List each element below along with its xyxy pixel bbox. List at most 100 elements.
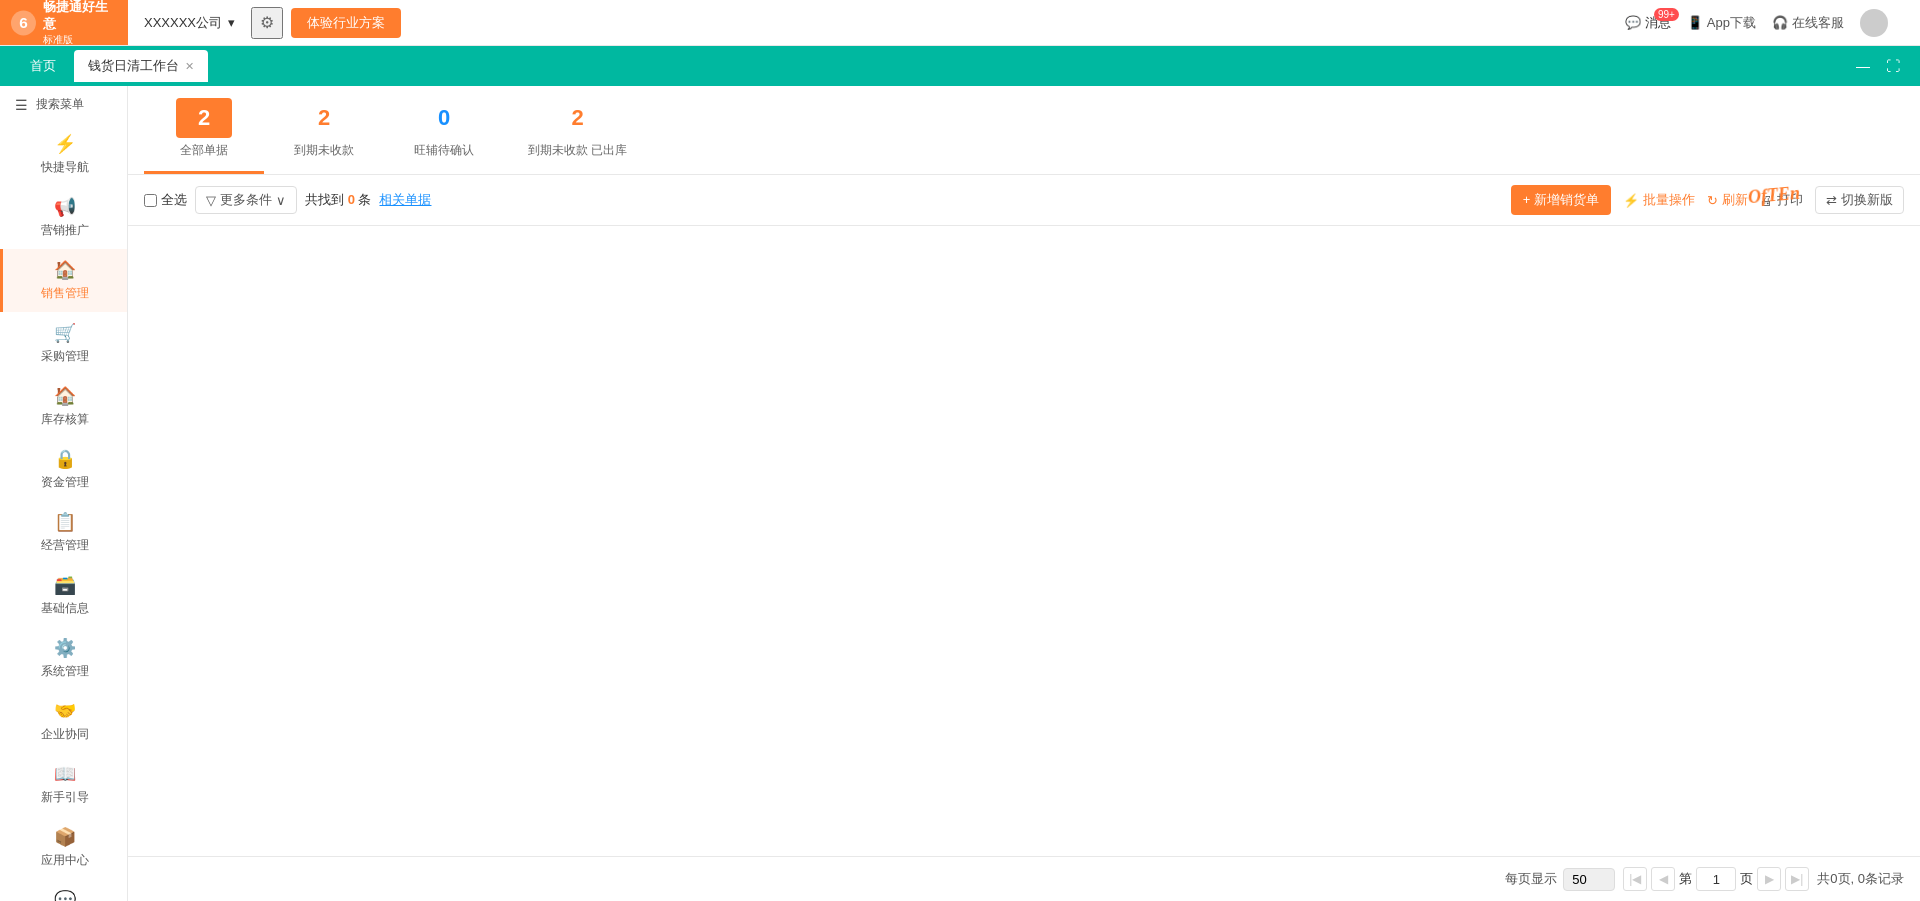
- out-of-stock-count: 2: [572, 105, 584, 131]
- filter-icon: ▽: [206, 193, 216, 208]
- top-header: 6 畅捷通好生意 标准版 XXXXXX公司 ▾ ⚙ 体验行业方案 💬 消息 99…: [0, 0, 1920, 46]
- sidebar-item-marketing[interactable]: 📢 营销推广: [0, 186, 127, 249]
- page-unit: 页: [1740, 870, 1753, 888]
- pending-label: 旺辅待确认: [414, 142, 474, 159]
- checkbox-input[interactable]: [144, 194, 157, 207]
- pending-count: 0: [438, 105, 450, 131]
- related-link[interactable]: 相关单据: [379, 191, 431, 209]
- company-selector[interactable]: XXXXXX公司 ▾: [136, 10, 243, 36]
- all-count-wrapper: 2: [176, 98, 232, 138]
- inventory-icon: 🏠: [54, 385, 76, 407]
- sidebar-finance-label: 资金管理: [41, 474, 89, 491]
- switch-version-button[interactable]: ⇄ 切换新版: [1815, 186, 1904, 214]
- all-count: 2: [198, 105, 210, 131]
- logo-text: 畅捷通好生意 标准版: [43, 0, 118, 46]
- close-tab-icon[interactable]: ✕: [185, 60, 194, 73]
- support-icon: 🎧: [1772, 15, 1788, 30]
- out-of-stock-count-wrapper: 2: [550, 98, 606, 138]
- search-icon: ☰: [15, 97, 28, 113]
- sidebar-search-label: 搜索菜单: [36, 96, 84, 113]
- toolbar-right: + 新增销货单 ⚡ 批量操作 ↻ 刷新 🖨 打印 ⇄ 切换新版: [1511, 185, 1904, 215]
- select-all-label: 全选: [161, 191, 187, 209]
- stat-tab-all[interactable]: 2 全部单据: [144, 86, 264, 174]
- tab-workbench[interactable]: 钱货日清工作台 ✕: [74, 50, 208, 82]
- trial-button[interactable]: 体验行业方案: [291, 8, 401, 38]
- home-label: 首页: [30, 57, 56, 75]
- sidebar-item-finance[interactable]: 🔒 资金管理: [0, 438, 127, 501]
- tab-home[interactable]: 首页: [16, 50, 70, 82]
- batch-icon: ⚡: [1623, 193, 1639, 208]
- overdue-label: 到期未收款: [294, 142, 354, 159]
- batch-operation-button[interactable]: ⚡ 批量操作: [1623, 191, 1695, 209]
- found-text: 共找到 0 条: [305, 191, 371, 209]
- sidebar-basic-info-label: 基础信息: [41, 600, 89, 617]
- sales-icon: 🏠: [54, 259, 76, 281]
- main-layout: ☰ 搜索菜单 ⚡ 快捷导航 📢 营销推广 🏠 销售管理 🛒 采购管理 🏠 库存核…: [0, 86, 1920, 901]
- page-input[interactable]: [1696, 867, 1736, 891]
- stat-tab-pending[interactable]: 0 旺辅待确认: [384, 86, 504, 174]
- stat-tab-overdue[interactable]: 2 到期未收款: [264, 86, 384, 174]
- last-page-button[interactable]: ▶|: [1785, 867, 1809, 891]
- sidebar-marketing-label: 营销推广: [41, 222, 89, 239]
- marketing-icon: 📢: [54, 196, 76, 218]
- all-label: 全部单据: [180, 142, 228, 159]
- online-support-button[interactable]: 🎧 在线客服: [1772, 14, 1844, 32]
- sidebar-item-apps[interactable]: 📦 应用中心: [0, 816, 127, 879]
- toolbar: 全选 ▽ 更多条件 ∨ 共找到 0 条 相关单据 + 新增销货单 ⚡ 批量操作: [128, 175, 1920, 226]
- sidebar-item-basic-info[interactable]: 🗃️ 基础信息: [0, 564, 127, 627]
- company-name: XXXXXX公司: [144, 14, 222, 32]
- pagination-bar: 每页显示 50 100 200 |◀ ◀ 第 页 ▶ ▶| 共0页, 0条记: [128, 856, 1920, 901]
- sidebar-item-system[interactable]: ⚙️ 系统管理: [0, 627, 127, 690]
- first-page-button[interactable]: |◀: [1623, 867, 1647, 891]
- sidebar-operations-label: 经营管理: [41, 537, 89, 554]
- next-page-button[interactable]: ▶: [1757, 867, 1781, 891]
- filter-button[interactable]: ▽ 更多条件 ∨: [195, 186, 297, 214]
- prev-page-button[interactable]: ◀: [1651, 867, 1675, 891]
- avatar[interactable]: [1860, 9, 1888, 37]
- refresh-icon: ↻: [1707, 193, 1718, 208]
- refresh-button[interactable]: ↻ 刷新: [1707, 191, 1748, 209]
- page-info: 共0页, 0条记录: [1817, 870, 1904, 888]
- stat-tab-out-of-stock[interactable]: 2 到期未收款 已出库: [504, 86, 651, 174]
- sidebar-item-inventory[interactable]: 🏠 库存核算: [0, 375, 127, 438]
- logo-icon: 6: [10, 9, 37, 37]
- maximize-icon[interactable]: ⛶: [1882, 54, 1904, 78]
- sidebar-item-enterprise[interactable]: 🤝 企业协同: [0, 690, 127, 753]
- add-sales-order-button[interactable]: + 新增销货单: [1511, 185, 1611, 215]
- found-count: 0: [348, 192, 355, 207]
- page-nav: |◀ ◀ 第 页 ▶ ▶|: [1623, 867, 1809, 891]
- message-button[interactable]: 💬 消息 99+: [1625, 14, 1671, 32]
- lightning-icon: ⚡: [54, 133, 76, 155]
- out-of-stock-label: 到期未收款 已出库: [528, 142, 627, 159]
- sidebar-item-search-menu[interactable]: ☰ 搜索菜单: [0, 86, 127, 123]
- select-all-checkbox[interactable]: 全选: [144, 191, 187, 209]
- sidebar-item-sales[interactable]: 🏠 销售管理: [0, 249, 127, 312]
- chevron-down-icon: ▾: [228, 15, 235, 30]
- settings-button[interactable]: ⚙: [251, 7, 283, 39]
- finance-icon: 🔒: [54, 448, 76, 470]
- operations-icon: 📋: [54, 511, 76, 533]
- sidebar-system-label: 系统管理: [41, 663, 89, 680]
- sidebar-item-operations[interactable]: 📋 经营管理: [0, 501, 127, 564]
- filter-label: 更多条件: [220, 191, 272, 209]
- sidebar-guide-label: 新手引导: [41, 789, 89, 806]
- sidebar-sales-label: 销售管理: [41, 285, 89, 302]
- per-page-label: 每页显示: [1505, 870, 1557, 888]
- sidebar-item-quick-nav[interactable]: ⚡ 快捷导航: [0, 123, 127, 186]
- message-badge: 99+: [1654, 8, 1679, 21]
- sidebar-item-purchase[interactable]: 🛒 采购管理: [0, 312, 127, 375]
- per-page: 每页显示 50 100 200: [1505, 868, 1615, 891]
- app-download-button[interactable]: 📱 App下载: [1687, 14, 1756, 32]
- per-page-wrapper: 50 100 200: [1563, 868, 1615, 891]
- sidebar-item-wechat[interactable]: 💬 企业微信: [0, 879, 127, 901]
- tab-actions: — ⛶: [1852, 54, 1904, 78]
- logo-area: 6 畅捷通好生意 标准版: [0, 0, 128, 45]
- per-page-select[interactable]: 50 100 200: [1563, 868, 1615, 891]
- header-right: 💬 消息 99+ 📱 App下载 🎧 在线客服: [1625, 9, 1904, 37]
- minimize-icon[interactable]: —: [1852, 54, 1874, 78]
- sidebar-purchase-label: 采购管理: [41, 348, 89, 365]
- switch-icon: ⇄: [1826, 193, 1837, 208]
- stats-tabs: 2 全部单据 2 到期未收款 0 旺辅待确认 2 到期未收款 已出: [128, 86, 1920, 175]
- sidebar-enterprise-label: 企业协同: [41, 726, 89, 743]
- sidebar-item-guide[interactable]: 📖 新手引导: [0, 753, 127, 816]
